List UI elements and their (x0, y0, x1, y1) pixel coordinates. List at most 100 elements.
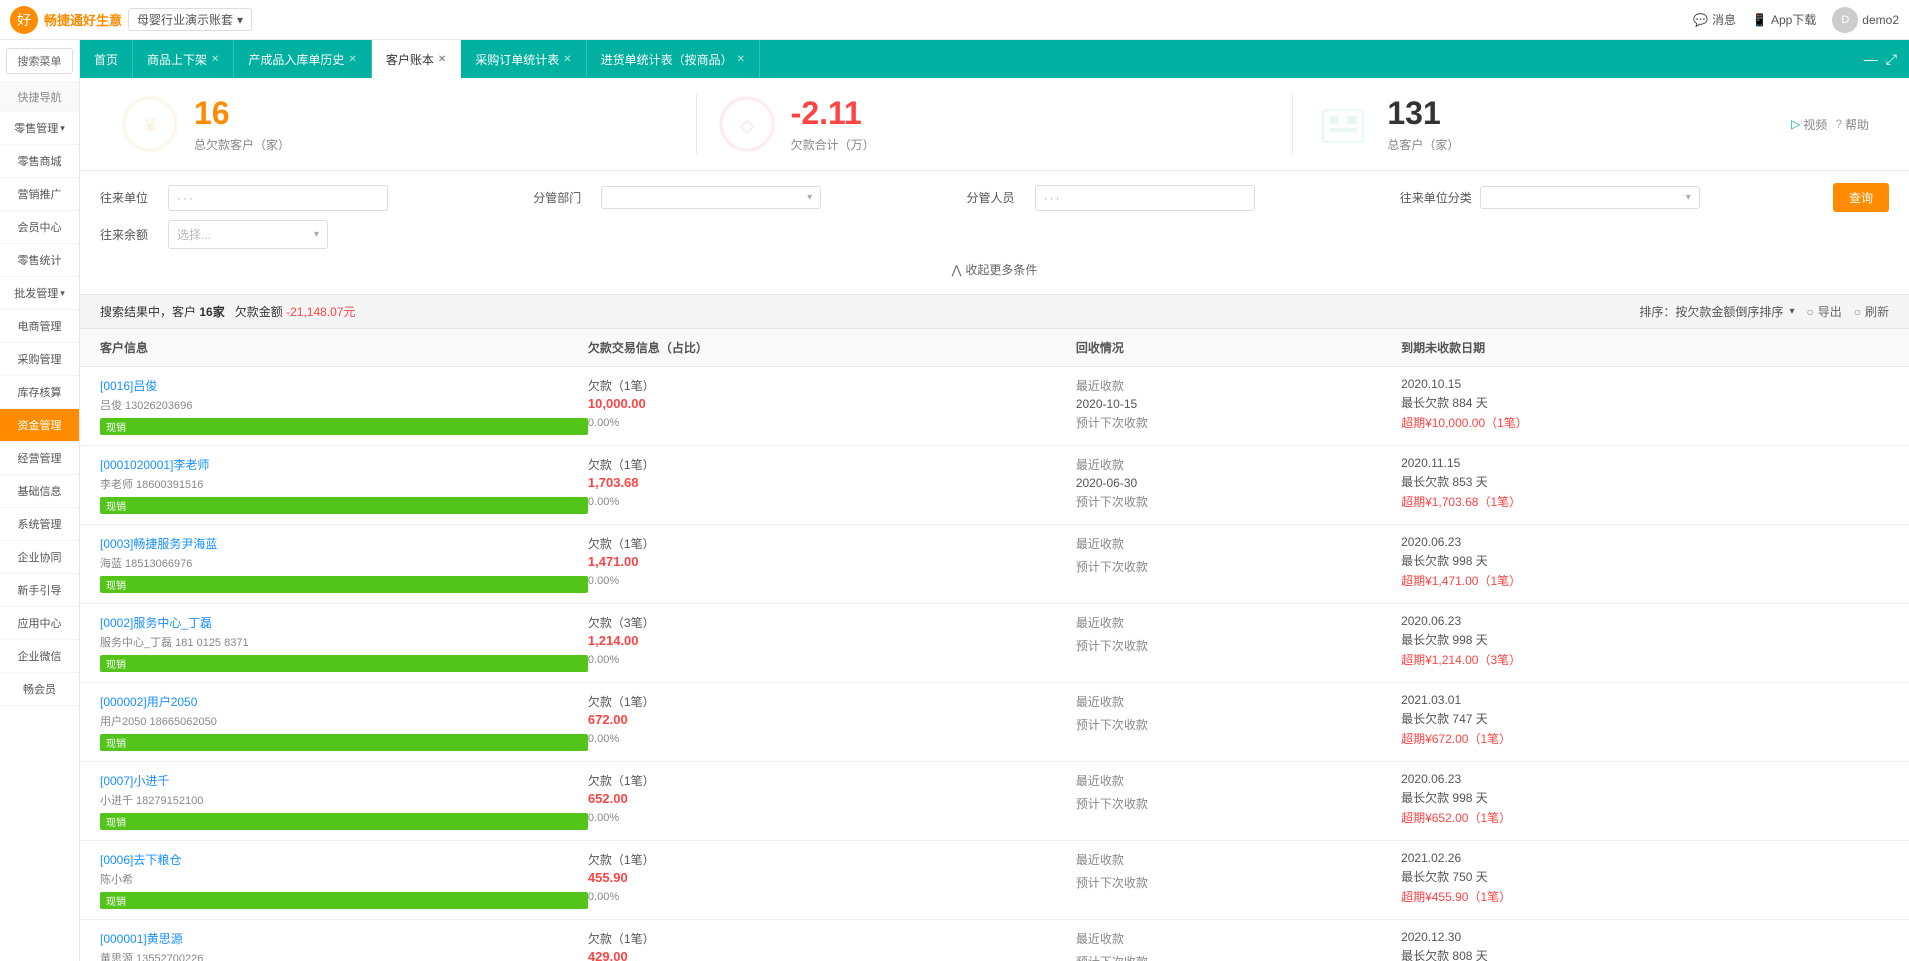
debt-count-1: 欠款（1笔） (588, 456, 1076, 473)
overdue-amount-6[interactable]: 超期¥455.90（1笔） (1401, 888, 1889, 905)
customer-tag-1: 现销 (100, 497, 588, 514)
sidebar-item-basic-info[interactable]: 基础信息 (0, 475, 79, 508)
sidebar-item-retail-store[interactable]: 零售商城 (0, 145, 79, 178)
refresh-icon: ○ (1854, 305, 1861, 319)
debt-info-2: 欠款（1笔） 1,471.00 0.00% (588, 535, 1076, 587)
sidebar-item-batch-mgmt[interactable]: 批发管理 ▾ (0, 277, 79, 310)
search-button[interactable]: 查询 (1833, 183, 1889, 212)
sidebar-item-member[interactable]: 会员中心 (0, 211, 79, 244)
collapse-btn[interactable]: ⋀ 收起更多条件 (948, 257, 1042, 282)
repay-date-0: 2020-10-15 (1076, 397, 1401, 411)
sidebar-item-marketing[interactable]: 营销推广 (0, 178, 79, 211)
debt-amount-0[interactable]: 10,000.00 (588, 396, 1076, 411)
tab-close-products[interactable]: ✕ (211, 54, 219, 65)
sidebar-item-operation[interactable]: 经营管理 (0, 442, 79, 475)
tab-close-purchase-stats[interactable]: ✕ (737, 54, 745, 65)
debt-ratio-0: 0.00% (588, 417, 1076, 429)
sidebar-item-enterprise[interactable]: 企业协同 (0, 541, 79, 574)
customer-name-6[interactable]: [0006]去下粮仓 (100, 851, 588, 868)
message-btn[interactable]: 💬 消息 (1693, 11, 1736, 28)
customer-name-2[interactable]: [0003]畅捷服务尹海蓝 (100, 535, 588, 552)
tab-close-production[interactable]: ✕ (348, 54, 356, 65)
overdue-customers-icon: ¥ (120, 94, 180, 154)
overdue-amount-2[interactable]: 超期¥1,471.00（1笔） (1401, 572, 1889, 589)
tab-maximize-btn[interactable]: ⤢ (1882, 51, 1901, 68)
filter-row-1: 往来单位 ··· 分管部门 ▾ 分管人员 (100, 183, 1889, 212)
customer-name-0[interactable]: [0016]吕俊 (100, 377, 588, 394)
sidebar-item-vip[interactable]: 畅会员 (0, 673, 79, 706)
tab-close-purchase-orders[interactable]: ✕ (563, 54, 571, 65)
tab-close-customer-accounts[interactable]: ✕ (438, 54, 446, 65)
filter-person: 分管人员 ··· (967, 185, 1388, 211)
export-icon: ○ (1806, 305, 1813, 319)
tab-customer-accounts[interactable]: 客户账本 ✕ (372, 40, 461, 78)
refresh-btn[interactable]: ○ 刷新 (1854, 303, 1889, 320)
sidebar-item-weixin[interactable]: 企业微信 (0, 640, 79, 673)
total-customers-icon (1313, 94, 1373, 154)
overdue-amount-0[interactable]: 超期¥10,000.00（1笔） (1401, 414, 1889, 431)
repay-info-6: 最近收款 预计下次收款 (1076, 851, 1401, 891)
sidebar-item-retail-stats[interactable]: 零售统计 (0, 244, 79, 277)
export-btn[interactable]: ○ 导出 (1806, 303, 1841, 320)
filter-vendor-input[interactable]: ··· (168, 185, 388, 211)
tab-purchase-stats[interactable]: 进货单统计表（按商品） ✕ (587, 40, 760, 78)
customer-name-4[interactable]: [000002]用户2050 (100, 693, 588, 710)
sidebar-item-app-center[interactable]: 应用中心 (0, 607, 79, 640)
store-selector[interactable]: 母婴行业演示账套 ▾ (128, 8, 252, 31)
sidebar-item-ecommerce[interactable]: 电商管理 (0, 310, 79, 343)
filter-dept-select[interactable]: ▾ (601, 186, 821, 209)
top-bar: 好 畅捷通好生意 母婴行业演示账套 ▾ 💬 消息 📱 App下载 D demo2 (0, 0, 1909, 40)
table-row: [0016]吕俊 吕俊 13026203696 现销 欠款（1笔） 10,000… (80, 367, 1909, 446)
user-menu[interactable]: D demo2 (1832, 7, 1899, 33)
tab-minimize-btn[interactable]: — (1860, 51, 1882, 67)
sidebar-item-system[interactable]: 系统管理 (0, 508, 79, 541)
filter-category-select[interactable]: ▾ (1480, 186, 1700, 209)
debt-amount-5[interactable]: 652.00 (588, 791, 1076, 806)
overdue-amount-4[interactable]: 超期¥672.00（1笔） (1401, 730, 1889, 747)
logo-icon: 好 (10, 6, 38, 34)
tab-production[interactable]: 产成品入库单历史 ✕ (234, 40, 371, 78)
data-table: 客户信息 欠款交易信息（占比） 回收情况 到期未收款日期 [0016]吕俊 吕俊… (80, 329, 1909, 961)
overdue-amount-3[interactable]: 超期¥1,214.00（3笔） (1401, 651, 1889, 668)
tab-home[interactable]: 首页 (80, 40, 133, 78)
help-btn[interactable]: ? 帮助 (1835, 116, 1869, 133)
debt-amount-4[interactable]: 672.00 (588, 712, 1076, 727)
filter-balance-select[interactable]: 选择... ▾ (168, 220, 328, 249)
app-download-btn[interactable]: 📱 App下载 (1752, 11, 1816, 28)
sidebar-item-finance[interactable]: 资金管理 (0, 409, 79, 442)
debt-amount-2[interactable]: 1,471.00 (588, 554, 1076, 569)
sidebar-item-retail-mgmt[interactable]: 零售管理 ▾ (0, 112, 79, 145)
debt-amount-1[interactable]: 1,703.68 (588, 475, 1076, 490)
sidebar-item-new-guide[interactable]: 新手引导 (0, 574, 79, 607)
debt-amount-3[interactable]: 1,214.00 (588, 633, 1076, 648)
customer-info-2: [0003]畅捷服务尹海蓝 海蓝 18513066976 现销 (100, 535, 588, 593)
repay-label-2: 最近收款 (1076, 535, 1401, 552)
search-menu-btn[interactable]: 搜索菜单 (6, 48, 73, 74)
customer-info-5: [0007]小进千 小进千 18279152100 现销 (100, 772, 588, 830)
debt-amount-6[interactable]: 455.90 (588, 870, 1076, 885)
customer-name-1[interactable]: [0001020001]李老师 (100, 456, 588, 473)
overdue-amount-5[interactable]: 超期¥652.00（1笔） (1401, 809, 1889, 826)
repay-info-1: 最近收款 2020-06-30 预计下次收款 (1076, 456, 1401, 510)
sort-select[interactable]: 排序：按欠款金额倒序排序 ▾ (1639, 303, 1794, 320)
tab-products[interactable]: 商品上下架 ✕ (133, 40, 234, 78)
overdue-date-2: 2020.06.23 (1401, 535, 1889, 549)
logo-area: 好 畅捷通好生意 母婴行业演示账套 ▾ (10, 6, 252, 34)
customer-name-5[interactable]: [0007]小进千 (100, 772, 588, 789)
video-btn[interactable]: ▷ 视频 (1791, 116, 1827, 133)
filter-row-2: 往来余额 选择... ▾ (100, 220, 1889, 249)
overdue-amount-1[interactable]: 超期¥1,703.68（1笔） (1401, 493, 1889, 510)
tab-purchase-orders[interactable]: 采购订单统计表 ✕ (461, 40, 586, 78)
sidebar-search: 搜索菜单 (0, 40, 79, 83)
tab-bar: 首页 商品上下架 ✕ 产成品入库单历史 ✕ 客户账本 ✕ 采购订单统计表 ✕ 进… (80, 40, 1909, 78)
sidebar-item-purchase[interactable]: 采购管理 (0, 343, 79, 376)
debt-amount-7[interactable]: 429.00 (588, 949, 1076, 961)
filter-person-input[interactable]: ··· (1035, 185, 1255, 211)
filter-area: 往来单位 ··· 分管部门 ▾ 分管人员 (80, 171, 1909, 295)
avatar: D (1832, 7, 1858, 33)
stat-total-customers: 131 总客户（家） ▷ 视频 ? 帮助 (1293, 94, 1889, 154)
customer-name-3[interactable]: [0002]服务中心_丁磊 (100, 614, 588, 631)
customer-name-7[interactable]: [000001]黄思源 (100, 930, 588, 947)
sidebar-item-inventory[interactable]: 库存核算 (0, 376, 79, 409)
debt-ratio-5: 0.00% (588, 812, 1076, 824)
